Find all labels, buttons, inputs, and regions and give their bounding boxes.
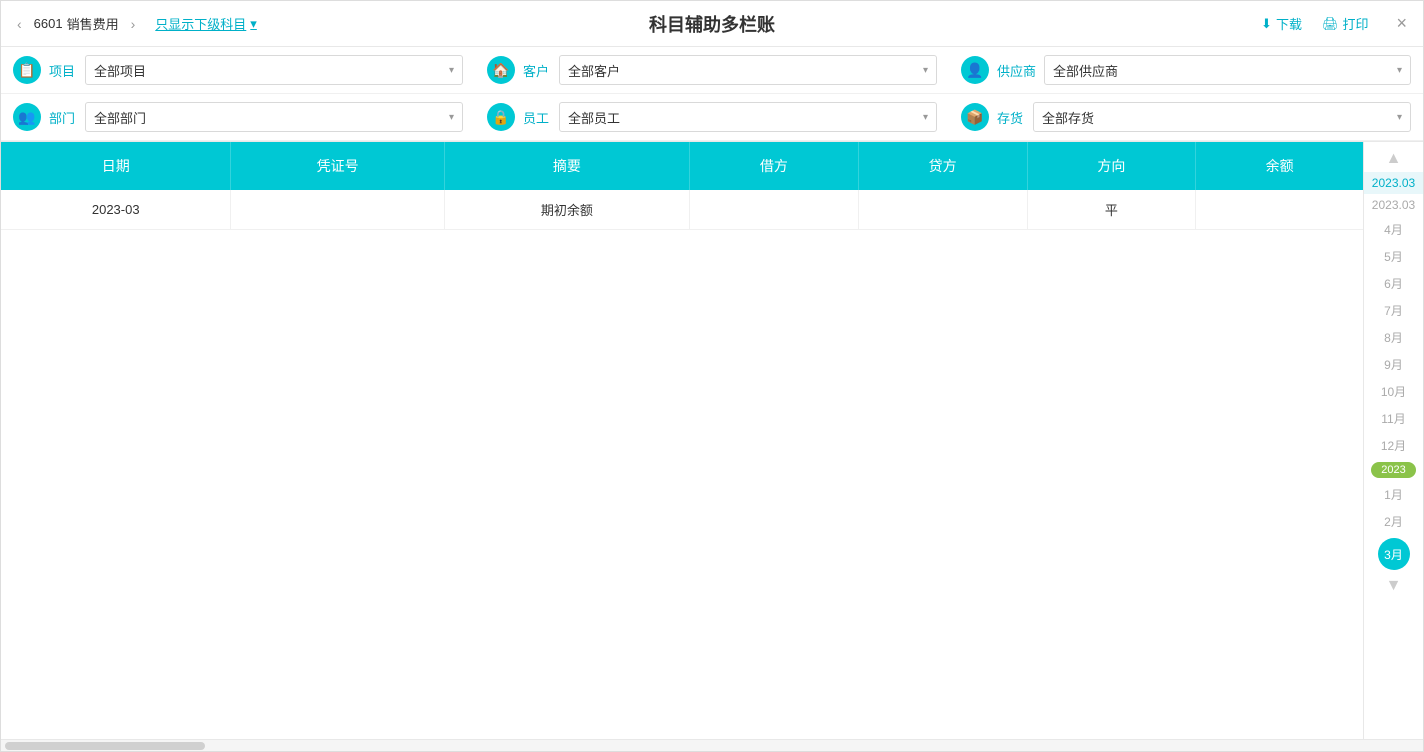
timeline-sidebar: ▲ 2023.03 2023.03 4月 5月 6月 7月 8月 9月 10月 …	[1363, 142, 1423, 739]
dept-icon: 👥	[13, 103, 41, 131]
col-date: 日期	[1, 142, 231, 190]
cell-credit	[858, 190, 1027, 230]
inventory-value: 全部存货	[1042, 108, 1397, 127]
timeline-down-arrow[interactable]: ▼	[1382, 573, 1406, 599]
timeline-item-2023-03-top[interactable]: 2023.03	[1364, 172, 1423, 194]
print-button[interactable]: 🖨 打印	[1322, 14, 1369, 33]
customer-label: 客户	[523, 61, 551, 80]
customer-icon: 🏠	[487, 56, 515, 84]
timeline-item-7[interactable]: 7月	[1364, 297, 1423, 324]
download-label: 下载	[1276, 14, 1302, 33]
col-direction: 方向	[1027, 142, 1196, 190]
show-sub-arrow-icon: ▾	[250, 16, 257, 32]
supplier-chevron-icon: ▾	[1397, 65, 1402, 76]
dept-label: 部门	[49, 108, 77, 127]
cell-date: 2023-03	[1, 190, 231, 230]
employee-label: 员工	[523, 108, 551, 127]
inventory-icon: 📦	[961, 103, 989, 131]
filter-customer: 🏠 客户 全部客户 ▾	[475, 47, 949, 94]
close-button[interactable]: ×	[1396, 13, 1407, 34]
timeline-item-6[interactable]: 6月	[1364, 270, 1423, 297]
cell-voucher	[231, 190, 444, 230]
dept-chevron-icon: ▾	[449, 112, 454, 123]
supplier-icon: 👤	[961, 56, 989, 84]
timeline-item-10[interactable]: 10月	[1364, 378, 1423, 405]
employee-select[interactable]: 全部员工 ▾	[559, 102, 937, 132]
inventory-chevron-icon: ▾	[1397, 112, 1402, 123]
cell-balance	[1196, 190, 1363, 230]
ledger-table: 日期 凭证号 摘要 借方 贷方 方向 余额 2023-03 期初余额	[1, 142, 1363, 230]
employee-icon: 🔒	[487, 103, 515, 131]
account-tag: 6601 销售费用	[34, 14, 119, 33]
timeline-item-5[interactable]: 5月	[1364, 243, 1423, 270]
supplier-select[interactable]: 全部供应商 ▾	[1044, 55, 1411, 85]
table-area: 日期 凭证号 摘要 借方 贷方 方向 余额 2023-03 期初余额	[1, 142, 1363, 739]
top-bar: ‹ 6601 销售费用 › 只显示下级科目 ▾ 科目辅助多栏账 ⬇ 下载 🖨 打…	[1, 1, 1423, 47]
timeline-item-9[interactable]: 9月	[1364, 351, 1423, 378]
cell-summary: 期初余额	[444, 190, 689, 230]
col-credit: 贷方	[858, 142, 1027, 190]
employee-value: 全部员工	[568, 108, 923, 127]
customer-select[interactable]: 全部客户 ▾	[559, 55, 937, 85]
download-button[interactable]: ⬇ 下载	[1261, 14, 1302, 33]
scrollbar-thumb[interactable]	[5, 742, 205, 750]
supplier-value: 全部供应商	[1053, 61, 1397, 80]
print-icon: 🖨	[1322, 16, 1339, 32]
col-debit: 借方	[690, 142, 859, 190]
filter-inventory: 📦 存货 全部存货 ▾	[949, 94, 1423, 141]
filter-supplier: 👤 供应商 全部供应商 ▾	[949, 47, 1423, 94]
project-select[interactable]: 全部项目 ▾	[85, 55, 463, 85]
print-label: 打印	[1342, 14, 1368, 33]
filter-project: 📋 项目 全部项目 ▾	[1, 47, 475, 94]
col-summary: 摘要	[444, 142, 689, 190]
content-area: 日期 凭证号 摘要 借方 贷方 方向 余额 2023-03 期初余额	[1, 142, 1423, 739]
timeline-item-8[interactable]: 8月	[1364, 324, 1423, 351]
project-icon: 📋	[13, 56, 41, 84]
prev-account-arrow[interactable]: ‹	[17, 16, 22, 32]
timeline-item-4[interactable]: 4月	[1364, 216, 1423, 243]
col-voucher: 凭证号	[231, 142, 444, 190]
cell-debit	[690, 190, 859, 230]
customer-value: 全部客户	[568, 61, 923, 80]
download-icon: ⬇	[1261, 16, 1272, 32]
customer-chevron-icon: ▾	[923, 65, 928, 76]
timeline-item-11[interactable]: 11月	[1364, 405, 1423, 432]
supplier-label: 供应商	[997, 61, 1036, 80]
cell-direction: 平	[1027, 190, 1196, 230]
project-chevron-icon: ▾	[449, 65, 454, 76]
filter-employee: 🔒 员工 全部员工 ▾	[475, 94, 949, 141]
inventory-select[interactable]: 全部存货 ▾	[1033, 102, 1411, 132]
show-sub-label: 只显示下级科目	[155, 14, 246, 33]
timeline-item-2[interactable]: 2月	[1364, 508, 1423, 535]
dept-value: 全部部门	[94, 108, 449, 127]
page-title: 科目辅助多栏账	[649, 11, 775, 37]
col-balance: 余额	[1196, 142, 1363, 190]
filter-dept: 👥 部门 全部部门 ▾	[1, 94, 475, 141]
timeline-item-1[interactable]: 1月	[1364, 481, 1423, 508]
next-account-arrow[interactable]: ›	[131, 16, 136, 32]
timeline-item-12[interactable]: 12月	[1364, 432, 1423, 459]
main-window: ‹ 6601 销售费用 › 只显示下级科目 ▾ 科目辅助多栏账 ⬇ 下载 🖨 打…	[0, 0, 1424, 752]
timeline-item-3-selected[interactable]: 3月	[1378, 538, 1410, 570]
horizontal-scrollbar[interactable]	[1, 739, 1423, 751]
timeline-year-badge-2023[interactable]: 2023	[1371, 462, 1415, 478]
top-actions: ⬇ 下载 🖨 打印 ×	[1261, 13, 1407, 34]
employee-chevron-icon: ▾	[923, 112, 928, 123]
timeline-up-arrow[interactable]: ▲	[1382, 146, 1406, 172]
show-sub-button[interactable]: 只显示下级科目 ▾	[155, 14, 257, 33]
timeline-item-2023-03-sub[interactable]: 2023.03	[1364, 194, 1423, 216]
account-code: 6601	[34, 16, 63, 31]
inventory-label: 存货	[997, 108, 1025, 127]
dept-select[interactable]: 全部部门 ▾	[85, 102, 463, 132]
table-row: 2023-03 期初余额 平	[1, 190, 1363, 230]
account-name: 销售费用	[67, 14, 119, 33]
project-value: 全部项目	[94, 61, 449, 80]
filter-area: 📋 项目 全部项目 ▾ 🏠 客户 全部客户 ▾ 👤 供应商 全部供应商 ▾	[1, 47, 1423, 142]
project-label: 项目	[49, 61, 77, 80]
